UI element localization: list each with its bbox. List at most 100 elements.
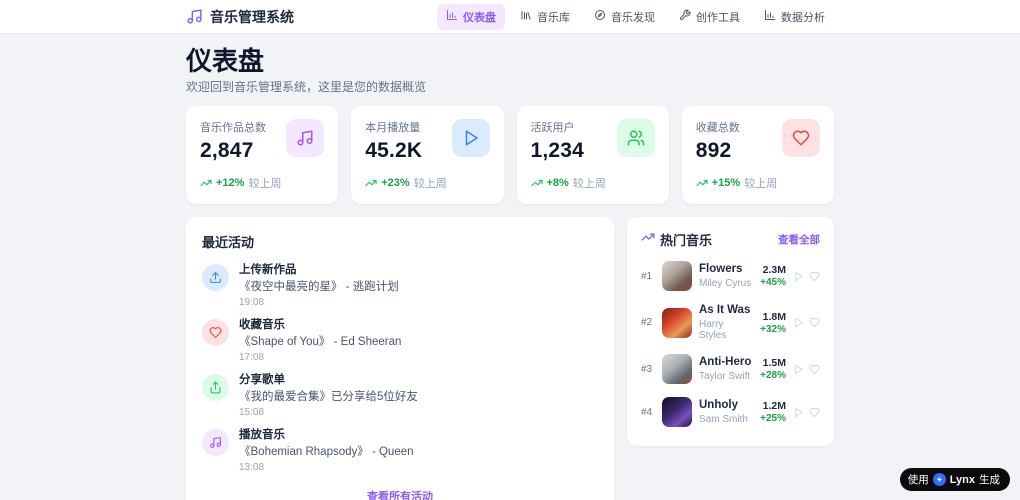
bar-chart-icon <box>446 9 458 24</box>
play-button[interactable] <box>793 271 804 282</box>
song-change: +25% <box>760 413 786 424</box>
trending-up-icon <box>530 177 543 189</box>
song-artist: Taylor Swift <box>699 371 751 382</box>
play-icon <box>451 119 490 157</box>
song-change: +28% <box>760 370 786 381</box>
play-button[interactable] <box>793 317 804 328</box>
recent-activity-title: 最近活动 <box>202 235 255 250</box>
song-rank: #3 <box>641 363 653 375</box>
stat-change: +8% <box>546 177 569 189</box>
song-rank: #1 <box>641 270 653 282</box>
main-nav: 仪表盘 音乐库 音乐发现 创作工具 数据分析 <box>437 3 834 30</box>
stat-change: +12% <box>216 177 245 189</box>
stat-card-active-users: 活跃用户 1,234 +8% 较上周 <box>516 106 669 204</box>
analytics-icon <box>764 9 776 24</box>
activity-title: 收藏音乐 <box>239 319 285 331</box>
hot-music-title: 热门音乐 <box>660 233 713 248</box>
song-plays: 1.5M <box>762 357 786 369</box>
wrench-icon <box>679 9 691 24</box>
favorite-button[interactable] <box>809 317 820 328</box>
hot-music-panel: 热门音乐 查看全部 #1 Flowers Miley Cyrus 2.3M +4… <box>627 217 834 446</box>
activity-title: 播放音乐 <box>239 429 285 441</box>
nav-item-music-library[interactable]: 音乐库 <box>511 4 579 30</box>
activity-item-favorite: 收藏音乐 《Shape of You》 - Ed Sheeran 17:08 <box>202 318 598 363</box>
play-button[interactable] <box>793 407 804 418</box>
stat-period: 较上周 <box>572 178 606 190</box>
nav-label: 音乐发现 <box>611 11 655 24</box>
lynx-generated-badge[interactable]: 使用 Lynx 生成 <box>899 468 1010 491</box>
page-subtitle: 欢迎回到音乐管理系统，这里是您的数据概览 <box>186 80 427 94</box>
stat-label: 活跃用户 <box>530 122 575 134</box>
activity-description: 《我的最爱合集》已分享给5位好友 <box>239 391 418 403</box>
song-row: #3 Anti-Hero Taylor Swift 1.5M +28% <box>641 354 820 384</box>
song-title: Flowers <box>699 263 743 275</box>
activity-description: 《Shape of You》 - Ed Sheeran <box>239 336 402 348</box>
activity-time: 17:08 <box>239 352 265 363</box>
song-plays: 2.3M <box>762 264 786 276</box>
song-plays: 1.8M <box>762 310 786 323</box>
song-plays: 1.2M <box>762 400 786 412</box>
stat-label: 收藏总数 <box>695 122 740 134</box>
song-row: #2 As It Was Harry Styles 1.8M +32% <box>641 304 820 341</box>
compass-icon <box>594 9 606 24</box>
song-artist: Sam Smith <box>699 414 748 425</box>
song-change: +32% <box>760 323 786 335</box>
favorite-button[interactable] <box>809 271 820 282</box>
song-rank: #4 <box>641 406 653 418</box>
song-row: #1 Flowers Miley Cyrus 2.3M +45% <box>641 261 820 291</box>
badge-brand: Lynx <box>949 473 975 486</box>
users-icon <box>616 119 655 157</box>
activity-description: 《Bohemian Rhapsody》 - Queen <box>239 446 414 458</box>
favorite-button[interactable] <box>809 407 820 418</box>
library-icon <box>520 9 532 24</box>
album-art <box>662 354 692 384</box>
recent-activity-panel: 最近活动 上传新作品 《夜空中最亮的星》 - 逃跑计划 19:08 收藏音乐 《… <box>186 217 614 500</box>
badge-suffix: 生成 <box>979 474 1000 486</box>
nav-item-data-analytics[interactable]: 数据分析 <box>755 4 834 30</box>
middle-row: 最近活动 上传新作品 《夜空中最亮的星》 - 逃跑计划 19:08 收藏音乐 《… <box>186 217 834 500</box>
stat-label: 本月播放量 <box>365 122 421 134</box>
activity-title: 分享歌单 <box>239 374 285 386</box>
trending-up-icon <box>696 177 708 189</box>
activity-item-upload: 上传新作品 《夜空中最亮的星》 - 逃跑计划 19:08 <box>202 263 598 308</box>
nav-item-creation-tools[interactable]: 创作工具 <box>670 4 749 30</box>
activity-time: 15:08 <box>239 407 265 418</box>
page-title: 仪表盘 <box>186 46 265 76</box>
stat-period: 较上周 <box>413 178 447 190</box>
play-button[interactable] <box>793 364 804 375</box>
song-row: #4 Unholy Sam Smith 1.2M +25% <box>641 397 820 427</box>
activity-time: 19:08 <box>239 297 265 308</box>
stat-period: 较上周 <box>744 178 778 190</box>
activity-description: 《夜空中最亮的星》 - 逃跑计划 <box>239 281 399 293</box>
favorite-button[interactable] <box>809 364 820 375</box>
activity-title: 上传新作品 <box>239 264 297 276</box>
nav-label: 音乐库 <box>537 11 570 24</box>
activity-item-play: 播放音乐 《Bohemian Rhapsody》 - Queen 13:08 <box>202 428 598 473</box>
song-change: +45% <box>760 277 786 288</box>
music-note-logo-icon <box>186 8 203 25</box>
album-art <box>662 261 692 291</box>
nav-item-music-discovery[interactable]: 音乐发现 <box>585 4 664 30</box>
view-all-activities-link[interactable]: 查看所有活动 <box>367 491 433 500</box>
view-all-hot-music-link[interactable]: 查看全部 <box>778 232 820 247</box>
dashboard-main: 仪表盘 欢迎回到音乐管理系统，这里是您的数据概览 音乐作品总数 2,847 +1… <box>186 34 834 500</box>
upload-icon <box>202 264 229 291</box>
activity-time: 13:08 <box>239 462 265 473</box>
trending-up-icon <box>200 177 212 189</box>
nav-item-dashboard[interactable]: 仪表盘 <box>437 3 505 30</box>
stat-change: +15% <box>711 177 741 189</box>
nav-label: 创作工具 <box>696 11 740 24</box>
activity-list: 上传新作品 《夜空中最亮的星》 - 逃跑计划 19:08 收藏音乐 《Shape… <box>202 263 598 473</box>
stat-cards-row: 音乐作品总数 2,847 +12% 较上周 本月播放量 45.2K +23% 较… <box>186 106 834 204</box>
nav-label: 仪表盘 <box>463 11 496 24</box>
music-note-icon <box>202 429 229 456</box>
stat-period: 较上周 <box>248 178 282 190</box>
stat-card-monthly-plays: 本月播放量 45.2K +23% 较上周 <box>351 106 504 204</box>
song-title: Anti-Hero <box>699 356 752 368</box>
app-title: 音乐管理系统 <box>210 8 294 25</box>
song-artist: Harry Styles <box>699 319 727 341</box>
activity-item-share: 分享歌单 《我的最爱合集》已分享给5位好友 15:08 <box>202 373 598 418</box>
stat-card-total-works: 音乐作品总数 2,847 +12% 较上周 <box>186 106 339 204</box>
app-brand: 音乐管理系统 <box>186 7 294 27</box>
music-note-icon <box>286 119 325 157</box>
